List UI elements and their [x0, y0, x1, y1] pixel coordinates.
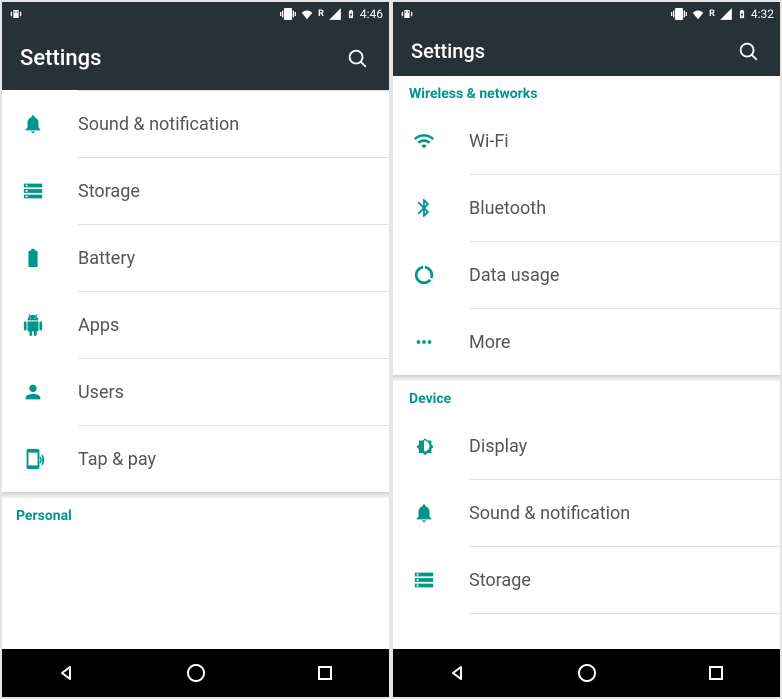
settings-list: Wireless & networks Wi-Fi Bluetooth Data…	[393, 76, 780, 649]
item-bluetooth[interactable]: Bluetooth	[393, 175, 780, 241]
phone-left: R 4:46 Settings Sound & notification Sto…	[2, 2, 389, 697]
home-icon	[184, 661, 208, 685]
section-personal: Personal	[2, 498, 389, 530]
vibrate-icon	[280, 6, 296, 22]
item-label: Apps	[78, 315, 119, 336]
item-label: Battery	[78, 248, 135, 269]
vibrate-icon	[671, 6, 687, 22]
user-icon	[22, 381, 44, 403]
tap-pay-icon	[22, 448, 44, 470]
battery-icon	[22, 247, 44, 269]
item-more[interactable]: More	[393, 309, 780, 375]
nav-recent[interactable]	[305, 653, 345, 693]
recent-icon	[313, 661, 337, 685]
brightness-icon	[413, 435, 435, 457]
debug-icon	[8, 6, 24, 22]
item-label: Storage	[469, 570, 531, 591]
app-bar: Settings	[393, 26, 780, 76]
item-label: Display	[469, 436, 527, 457]
item-label: Sound & notification	[469, 503, 630, 524]
page-title: Settings	[411, 39, 485, 63]
item-sound[interactable]: Sound & notification	[2, 91, 389, 157]
signal-icon	[719, 7, 733, 21]
clock: 4:46	[360, 7, 383, 21]
home-icon	[575, 661, 599, 685]
signal-icon	[328, 7, 342, 21]
app-bar: Settings	[2, 26, 389, 90]
bluetooth-icon	[413, 197, 435, 219]
battery-charging-icon	[346, 6, 356, 22]
item-label: Wi-Fi	[469, 131, 509, 152]
item-display[interactable]: Display	[393, 413, 780, 479]
item-storage[interactable]: Storage	[393, 547, 780, 613]
debug-icon	[399, 6, 415, 22]
nav-home[interactable]	[567, 653, 607, 693]
item-label: Sound & notification	[78, 114, 239, 135]
back-icon	[55, 661, 79, 685]
item-data-usage[interactable]: Data usage	[393, 242, 780, 308]
nav-back[interactable]	[47, 653, 87, 693]
item-battery[interactable]: Battery	[2, 225, 389, 291]
android-icon	[22, 314, 44, 336]
nav-home[interactable]	[176, 653, 216, 693]
nav-bar	[2, 649, 389, 697]
back-icon	[446, 661, 470, 685]
item-label: Users	[78, 382, 124, 403]
roaming-indicator: R	[709, 9, 715, 19]
bell-icon	[22, 113, 44, 135]
status-bar: R 4:32	[393, 2, 780, 26]
storage-icon	[413, 569, 435, 591]
recent-icon	[704, 661, 728, 685]
wifi-icon	[413, 130, 435, 152]
more-icon	[413, 331, 435, 353]
roaming-indicator: R	[318, 9, 324, 19]
item-label: Data usage	[469, 265, 559, 286]
item-sound[interactable]: Sound & notification	[393, 480, 780, 546]
storage-icon	[22, 180, 44, 202]
item-label: Storage	[78, 181, 140, 202]
phone-right: R 4:32 Settings Wireless & networks Wi-F…	[393, 2, 780, 697]
wifi-status-icon	[300, 7, 314, 21]
item-wifi[interactable]: Wi-Fi	[393, 108, 780, 174]
search-button[interactable]	[734, 37, 762, 65]
nav-back[interactable]	[438, 653, 478, 693]
item-users[interactable]: Users	[2, 359, 389, 425]
status-bar: R 4:46	[2, 2, 389, 26]
search-icon	[737, 40, 759, 62]
bell-icon	[413, 502, 435, 524]
item-storage[interactable]: Storage	[2, 158, 389, 224]
data-usage-icon	[413, 264, 435, 286]
battery-charging-icon	[737, 6, 747, 22]
section-device: Device	[393, 381, 780, 413]
item-label: Tap & pay	[78, 449, 156, 470]
item-label: Bluetooth	[469, 198, 546, 219]
item-label: More	[469, 332, 510, 353]
search-icon	[346, 47, 368, 69]
section-wireless: Wireless & networks	[393, 76, 780, 108]
item-tap-pay[interactable]: Tap & pay	[2, 426, 389, 492]
nav-bar	[393, 649, 780, 697]
nav-recent[interactable]	[696, 653, 736, 693]
clock: 4:32	[751, 7, 774, 21]
page-title: Settings	[20, 46, 101, 71]
item-apps[interactable]: Apps	[2, 292, 389, 358]
search-button[interactable]	[343, 44, 371, 72]
settings-list: Sound & notification Storage Battery App…	[2, 90, 389, 649]
wifi-status-icon	[691, 7, 705, 21]
